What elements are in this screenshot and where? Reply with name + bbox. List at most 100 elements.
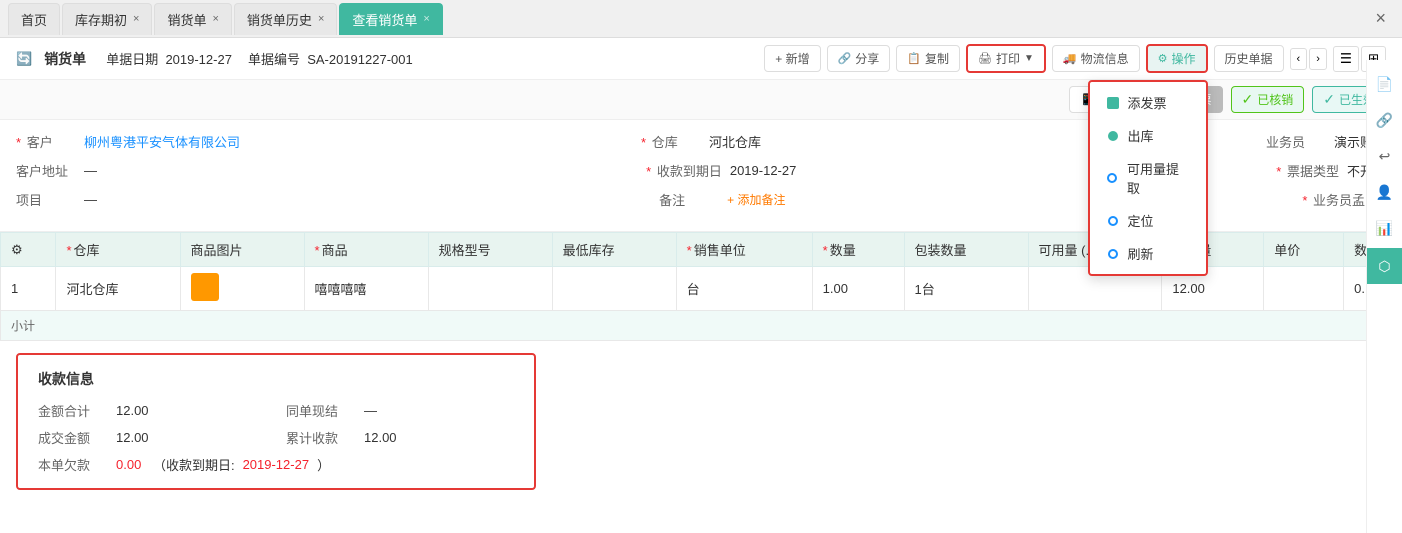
dropdown-add-invoice-label: 添发票 — [1128, 93, 1167, 112]
logistics-button[interactable]: 🚚 物流信息 — [1052, 45, 1140, 72]
prev-button[interactable]: ‹ — [1290, 48, 1308, 70]
cell-image — [180, 267, 304, 311]
window-close-button[interactable]: × — [1367, 8, 1394, 29]
sidebar-icon-user[interactable]: 👤 — [1369, 176, 1401, 208]
dropdown-out-stock[interactable]: 出库 — [1090, 119, 1206, 152]
share-button[interactable]: 🔗 分享 — [827, 45, 891, 72]
payment-amount-value: 12.00 — [116, 403, 149, 418]
project-value: — — [84, 192, 97, 207]
tab-view-close[interactable]: × — [423, 13, 429, 25]
col-pkg-qty: 包装数量 — [904, 233, 1028, 267]
col-unit: *销售单位 — [676, 233, 812, 267]
product-image — [191, 273, 219, 301]
col-price: 单价 — [1264, 233, 1344, 267]
refresh-icon — [1106, 247, 1120, 261]
col-settings[interactable]: ⚙ — [1, 233, 56, 267]
payment-deal-label: 成交金额 — [38, 428, 108, 447]
sidebar-icon-doc[interactable]: 📄 — [1369, 68, 1401, 100]
doc-date-label: 单据日期 2019-12-27 — [106, 49, 232, 68]
operation-dropdown-container: ⚙ 操作 添发票 出库 可用量提取 — [1146, 44, 1208, 73]
cell-no: 1 — [1, 267, 56, 311]
employee-label: 业务员 — [1266, 132, 1326, 151]
payment-deal-value: 12.00 — [116, 430, 149, 445]
address-value: — — [84, 163, 97, 178]
col-product: *商品 — [304, 233, 428, 267]
customer-field: * 客户 柳州粤港平安气体有限公司 — [16, 132, 641, 151]
warehouse-value: 河北仓库 — [709, 132, 761, 151]
tab-home[interactable]: 首页 — [8, 3, 60, 35]
payment-same-order-value: — — [364, 403, 377, 418]
tab-sales-label: 销货单 — [167, 10, 206, 29]
tab-history[interactable]: 销货单历史 × — [234, 3, 337, 35]
list-view-button[interactable]: ☰ — [1333, 46, 1359, 72]
payment-balance-note: （收款到期日: — [149, 455, 234, 474]
col-qty: *数量 — [812, 233, 904, 267]
payment-section: 收款信息 金额合计 12.00 同单现结 — 成交金额 12.00 累计收款 1… — [16, 353, 536, 490]
add-invoice-icon — [1106, 96, 1120, 110]
tab-sales[interactable]: 销货单 × — [154, 3, 231, 35]
sidebar-icon-expand[interactable]: ⬡ — [1367, 248, 1402, 284]
confirmed-badge[interactable]: ✓ 已核销 — [1231, 86, 1305, 113]
payment-cumulative-item: 累计收款 12.00 — [286, 428, 514, 447]
tab-inventory-close[interactable]: × — [133, 13, 139, 25]
cell-min-stock — [552, 267, 676, 311]
payment-balance-label: 本单欠款 — [38, 455, 108, 474]
sidebar-icon-chart[interactable]: 📊 — [1369, 212, 1401, 244]
payment-balance-value: 0.00 — [116, 457, 141, 472]
payment-balance-item: 本单欠款 0.00 （收款到期日: 2019-12-27 ） — [38, 455, 514, 474]
add-note-button[interactable]: 添加备注 — [727, 191, 785, 208]
tab-history-label: 销货单历史 — [247, 10, 312, 29]
print-button[interactable]: 🖨 打印 ▼ — [966, 44, 1046, 73]
ticket-label: * 票据类型 — [1276, 161, 1339, 180]
tab-history-close[interactable]: × — [318, 13, 324, 25]
tab-view[interactable]: 查看销货单 × — [339, 3, 442, 35]
dropdown-refresh-label: 刷新 — [1128, 244, 1154, 263]
dropdown-qty-extract[interactable]: 可用量提取 — [1090, 152, 1206, 204]
doc-icon: 🔄 — [16, 51, 32, 67]
col-image: 商品图片 — [180, 233, 304, 267]
customer-label: * 客户 — [16, 132, 76, 151]
payment-amount-item: 金额合计 12.00 — [38, 401, 266, 420]
doc-title: 销货单 — [44, 49, 86, 69]
payment-balance-end: ） — [317, 455, 330, 474]
payment-grid: 金额合计 12.00 同单现结 — 成交金额 12.00 累计收款 12.00 … — [38, 401, 514, 474]
out-stock-icon — [1106, 129, 1120, 143]
new-button[interactable]: + 新增 — [764, 45, 820, 72]
tab-bar: 首页 库存期初 × 销货单 × 销货单历史 × 查看销货单 × × — [0, 0, 1402, 38]
col-spec: 规格型号 — [428, 233, 552, 267]
tab-sales-close[interactable]: × — [212, 13, 218, 25]
dropdown-locate[interactable]: 定位 — [1090, 204, 1206, 237]
doc-date-value: 2019-12-27 — [165, 52, 232, 67]
address-label: 客户地址 — [16, 161, 76, 180]
due-date-label: * 收款到期日 — [646, 161, 722, 180]
payment-deal-item: 成交金额 12.00 — [38, 428, 266, 447]
doc-toolbar: 🔄 销货单 单据日期 2019-12-27 单据编号 SA-20191227-0… — [0, 38, 1402, 80]
cell-warehouse: 河北仓库 — [56, 267, 180, 311]
sidebar-icon-return[interactable]: ↩ — [1369, 140, 1401, 172]
nav-arrows: ‹ › — [1290, 48, 1327, 70]
toolbar-right: + 新增 🔗 分享 📋 复制 🖨 打印 ▼ 🚚 物流信息 — [764, 44, 1386, 73]
payment-title: 收款信息 — [38, 369, 514, 389]
history-button[interactable]: 历史单据 — [1214, 45, 1284, 72]
cell-unit: 台 — [676, 267, 812, 311]
next-button[interactable]: › — [1309, 48, 1327, 70]
doc-meta: 单据日期 2019-12-27 单据编号 SA-20191227-001 — [106, 49, 413, 68]
dropdown-refresh[interactable]: 刷新 — [1090, 237, 1206, 270]
due-date-value: 2019-12-27 — [730, 163, 797, 178]
cell-price — [1264, 267, 1344, 311]
subtotal-label: 小计 — [1, 311, 1402, 341]
address-field: 客户地址 — — [16, 161, 646, 180]
tab-inventory[interactable]: 库存期初 × — [62, 3, 152, 35]
note-label: 备注 — [659, 190, 719, 209]
cell-spec — [428, 267, 552, 311]
project-label: 项目 — [16, 190, 76, 209]
copy-button[interactable]: 📋 复制 — [896, 45, 960, 72]
tab-inventory-label: 库存期初 — [75, 10, 127, 29]
sidebar-icon-link[interactable]: 🔗 — [1369, 104, 1401, 136]
customer-value[interactable]: 柳州粤港平安气体有限公司 — [84, 132, 240, 151]
main-content: 🔄 销货单 单据日期 2019-12-27 单据编号 SA-20191227-0… — [0, 38, 1402, 533]
cell-qty: 1.00 — [812, 267, 904, 311]
dropdown-add-invoice[interactable]: 添发票 — [1090, 86, 1206, 119]
qty-extract-icon — [1106, 171, 1119, 185]
operation-button[interactable]: ⚙ 操作 — [1146, 44, 1208, 73]
